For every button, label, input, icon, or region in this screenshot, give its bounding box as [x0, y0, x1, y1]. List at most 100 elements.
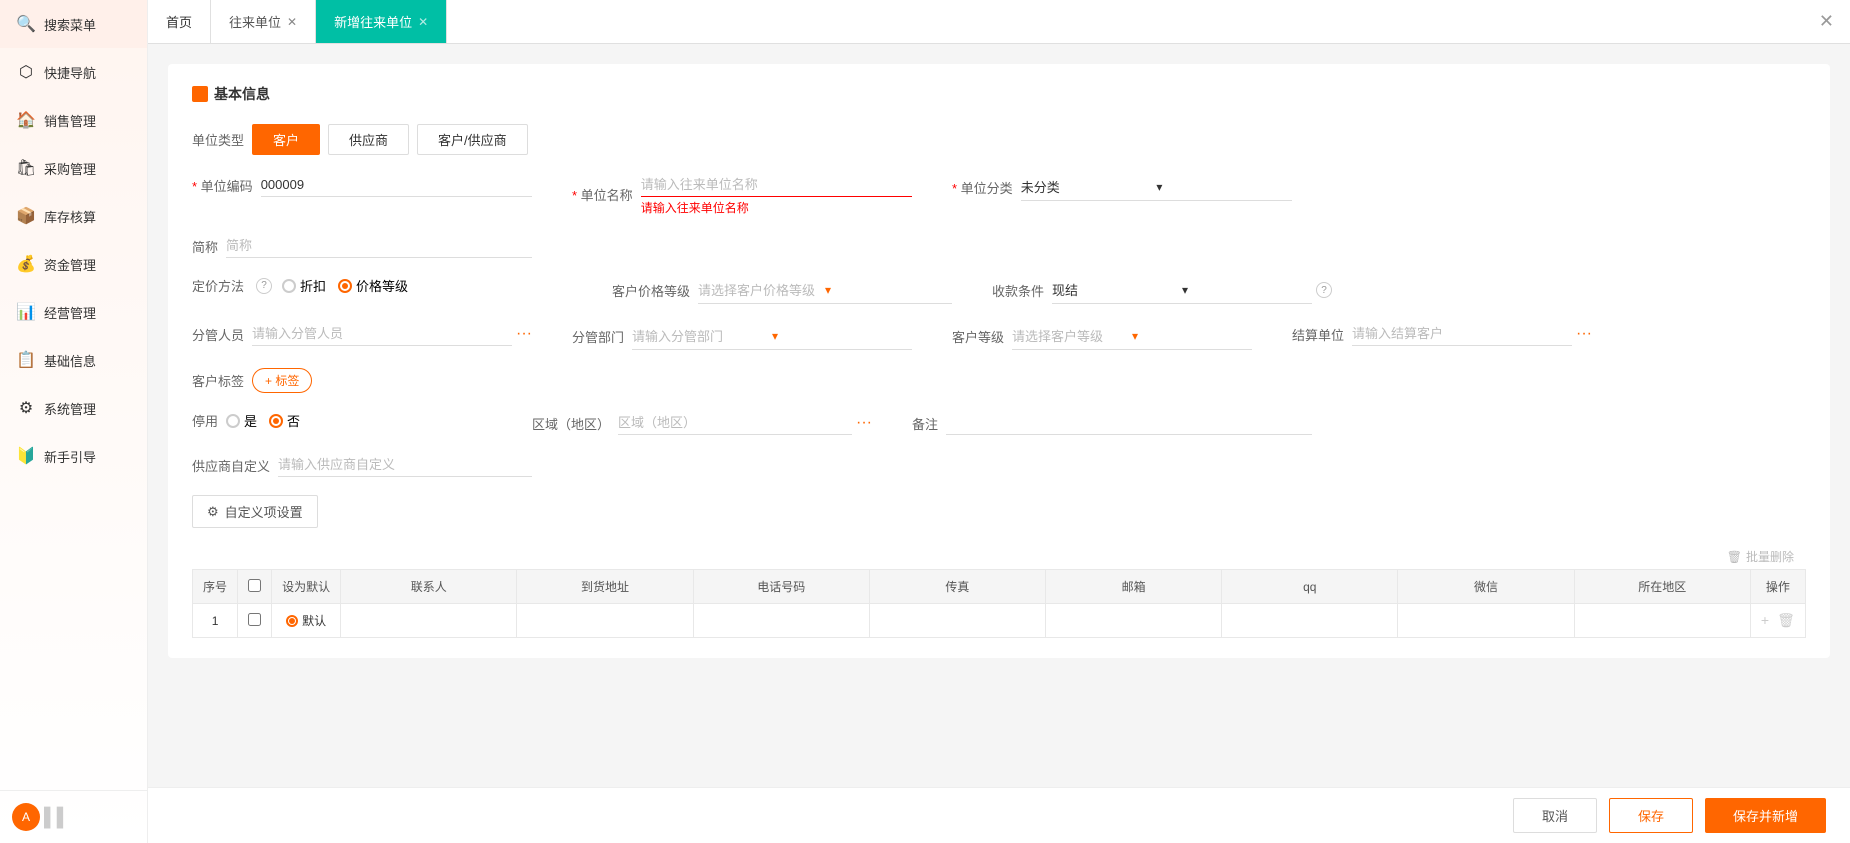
sidebar-item-sales[interactable]: 🏠 销售管理 — [0, 96, 147, 144]
table-header: 序号 设为默认 联系人 到货地址 电话号码 传真 邮箱 qq 微信 所在地区 操… — [193, 570, 1806, 604]
phone-input[interactable] — [704, 614, 859, 628]
unit-code-input[interactable] — [261, 173, 532, 197]
col-checkbox — [238, 570, 272, 604]
unit-type-both[interactable]: 客户/供应商 — [417, 124, 528, 155]
save-new-button[interactable]: 保存并新增 — [1705, 798, 1826, 833]
tab-transaction-units[interactable]: 往来单位 ✕ — [211, 0, 316, 43]
unit-type-customer[interactable]: 客户 — [252, 124, 320, 155]
sidebar-item-quick-nav[interactable]: ⬡ 快捷导航 — [0, 48, 147, 96]
cell-region[interactable] — [1574, 604, 1750, 638]
row-checkbox[interactable] — [248, 613, 261, 626]
customer-level-label: 客户等级 — [952, 327, 1004, 346]
contacts-table: 序号 设为默认 联系人 到货地址 电话号码 传真 邮箱 qq 微信 所在地区 操… — [192, 569, 1806, 638]
manager-more-btn[interactable]: ··· — [516, 325, 532, 343]
wechat-input[interactable] — [1408, 614, 1563, 628]
disable-region-row: 停用 是 否 区域（地区） — [192, 411, 1806, 435]
tab-home[interactable]: 首页 — [148, 0, 211, 43]
customer-level-select[interactable]: 请选择客户等级 ▾ — [1012, 322, 1252, 350]
email-input[interactable] — [1056, 614, 1211, 628]
pricing-label: 定价方法 — [192, 276, 244, 295]
department-label: 分管部门 — [572, 327, 624, 346]
custom-settings-button[interactable]: ⚙ 自定义项设置 — [192, 495, 318, 528]
col-fax: 传真 — [869, 570, 1045, 604]
sales-icon: 🏠 — [16, 110, 36, 130]
cell-wechat[interactable] — [1398, 604, 1574, 638]
unit-type-row: 单位类型 客户 供应商 客户/供应商 — [192, 124, 1806, 155]
footer-bar: 取消 保存 保存并新增 — [148, 787, 1850, 843]
row-region-input[interactable] — [1585, 614, 1740, 628]
col-no: 序号 — [193, 570, 238, 604]
sidebar-item-basic-info[interactable]: 📋 基础信息 — [0, 336, 147, 384]
cell-phone[interactable] — [693, 604, 869, 638]
payment-terms-chevron: ▾ — [1182, 283, 1312, 297]
address-input[interactable] — [527, 614, 682, 628]
customer-tag-field: 客户标签 + 标签 — [192, 368, 1806, 393]
fax-input[interactable] — [880, 614, 1035, 628]
payment-terms-help-icon[interactable]: ? — [1316, 282, 1332, 298]
close-all-tabs[interactable]: ✕ — [1803, 0, 1850, 43]
manager-row: 分管人员 ··· 分管部门 请输入分管部门 ▾ 客户等级 请选择客户等级 — [192, 322, 1806, 350]
col-wechat: 微信 — [1398, 570, 1574, 604]
inventory-icon: 📦 — [16, 206, 36, 226]
region-input[interactable] — [618, 411, 852, 435]
sidebar-item-guide[interactable]: 🔰 新手引导 — [0, 432, 147, 480]
unit-category-field: 单位分类 未分类 ▾ — [952, 173, 1292, 201]
disable-radio-group: 是 否 — [226, 411, 300, 430]
manager-input[interactable] — [252, 322, 512, 346]
region-more-btn[interactable]: ··· — [856, 414, 872, 432]
disable-no-radio — [269, 414, 283, 428]
disable-label: 停用 — [192, 411, 218, 430]
pricing-discount[interactable]: 折扣 — [282, 276, 326, 295]
batch-delete-btn[interactable]: 🗑 批量删除 — [1727, 548, 1794, 565]
add-row-btn[interactable]: + — [1761, 612, 1769, 629]
col-address: 到货地址 — [517, 570, 693, 604]
settlement-input[interactable] — [1352, 322, 1572, 346]
col-qq: qq — [1222, 570, 1398, 604]
delete-row-btn[interactable]: 🗑 — [1777, 612, 1795, 629]
unit-type-supplier[interactable]: 供应商 — [328, 124, 409, 155]
cell-address[interactable] — [517, 604, 693, 638]
pricing-help-icon[interactable]: ? — [256, 278, 272, 294]
supplier-custom-input[interactable] — [278, 453, 532, 477]
short-name-field: 简称 — [192, 234, 532, 258]
cell-email[interactable] — [1046, 604, 1222, 638]
cell-fax[interactable] — [869, 604, 1045, 638]
customer-price-level-select[interactable]: 请选择客户价格等级 ▾ — [698, 276, 952, 304]
settlement-more-btn[interactable]: ··· — [1576, 325, 1592, 343]
tab-transaction-units-close[interactable]: ✕ — [287, 16, 297, 28]
short-name-label: 简称 — [192, 237, 218, 256]
sidebar-item-search[interactable]: 🔍 搜索菜单 — [0, 0, 147, 48]
department-select[interactable]: 请输入分管部门 ▾ — [632, 322, 912, 350]
contact-input[interactable] — [351, 614, 506, 628]
tab-add-unit-close[interactable]: ✕ — [418, 16, 428, 28]
default-radio[interactable] — [286, 615, 298, 627]
sidebar-item-system[interactable]: ⚙ 系统管理 — [0, 384, 147, 432]
cell-contact[interactable] — [341, 604, 517, 638]
quick-nav-icon: ⬡ — [16, 62, 36, 82]
tab-add-unit[interactable]: 新增往来单位 ✕ — [316, 0, 447, 43]
sidebar-item-inventory[interactable]: 📦 库存核算 — [0, 192, 147, 240]
add-tag-button[interactable]: + 标签 — [252, 368, 312, 393]
sidebar-item-purchase[interactable]: 🛍 采购管理 — [0, 144, 147, 192]
unit-name-input-group: 请输入往来单位名称 — [641, 173, 912, 216]
pricing-price-level[interactable]: 价格等级 — [338, 276, 408, 295]
select-all-checkbox[interactable] — [248, 579, 261, 592]
disable-no[interactable]: 否 — [269, 411, 300, 430]
payment-terms-select[interactable]: 现结 ▾ — [1052, 276, 1312, 304]
search-menu-icon: 🔍 — [16, 14, 36, 34]
batch-delete-icon: 🗑 — [1727, 550, 1742, 564]
remark-input[interactable] — [946, 411, 1312, 435]
unit-name-input[interactable] — [641, 173, 912, 197]
sidebar-item-finance[interactable]: 💰 资金管理 — [0, 240, 147, 288]
short-name-input[interactable] — [226, 234, 532, 258]
cell-qq[interactable] — [1222, 604, 1398, 638]
qq-input[interactable] — [1232, 614, 1387, 628]
sidebar-item-operations[interactable]: 📊 经营管理 — [0, 288, 147, 336]
cancel-button[interactable]: 取消 — [1513, 798, 1597, 833]
remark-field: 备注 — [912, 411, 1312, 435]
unit-category-chevron: ▾ — [1156, 180, 1292, 194]
sidebar-bottom: A ▌▌ — [0, 790, 147, 843]
unit-category-select[interactable]: 未分类 ▾ — [1021, 173, 1292, 201]
disable-yes[interactable]: 是 — [226, 411, 257, 430]
save-button[interactable]: 保存 — [1609, 798, 1693, 833]
